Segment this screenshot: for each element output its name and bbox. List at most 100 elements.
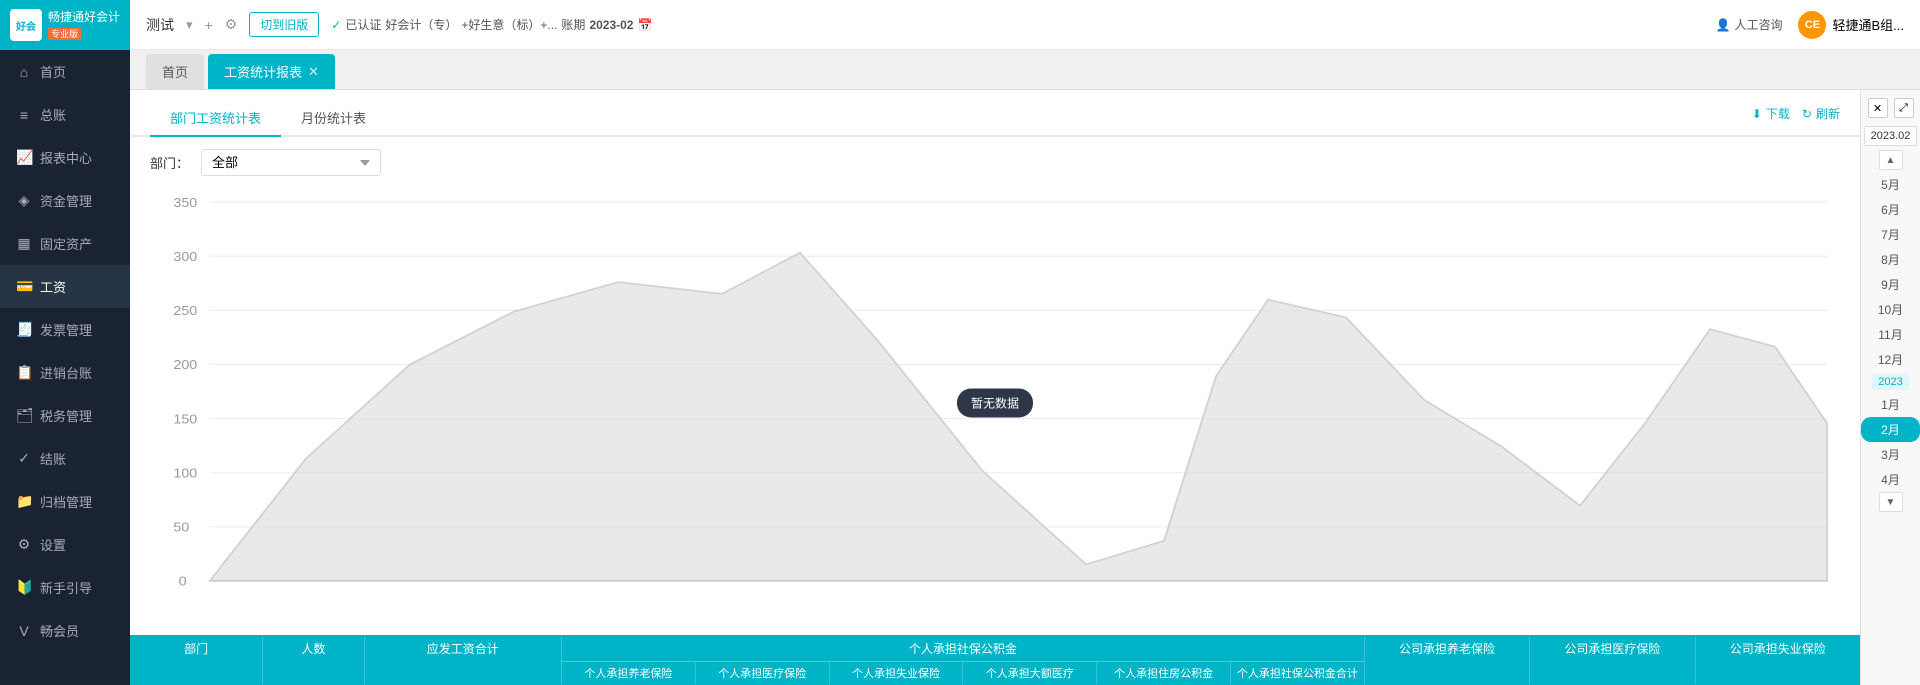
panel-month-10[interactable]: 10月	[1861, 297, 1920, 322]
th-personal-medical-label: 个人承担医疗保险	[718, 668, 806, 680]
user-menu[interactable]: CE 轻捷通B组...	[1798, 11, 1904, 39]
sidebar-item-settings[interactable]: ⚙ 设置	[0, 523, 130, 566]
panel-expand-btn[interactable]: ⤢	[1894, 98, 1914, 118]
panel-month-6-label: 6月	[1881, 203, 1900, 217]
panel-month-7[interactable]: 7月	[1861, 222, 1920, 247]
subtab-bar: 部门工资统计表 月份统计表 ⬇ 下载 ↻ 刷新	[130, 90, 1860, 137]
subtab-month-label: 月份统计表	[301, 111, 366, 126]
panel-month-8[interactable]: 8月	[1861, 247, 1920, 272]
panel-month-9[interactable]: 9月	[1861, 272, 1920, 297]
chart-area: 350 300 250 200 150 100 50 0	[130, 188, 1860, 635]
panel-month-8-label: 8月	[1881, 253, 1900, 267]
panel-year-2023[interactable]: 2023	[1872, 374, 1908, 390]
svg-text:50: 50	[173, 520, 189, 534]
help-label: 人工咨询	[1734, 16, 1782, 33]
tax-icon: 🗂	[16, 407, 32, 424]
sidebar-item-archive[interactable]: 📁 归档管理	[0, 480, 130, 523]
sidebar-label-settle: 结账	[40, 449, 66, 468]
sidebar-item-settle[interactable]: ✓ 结账	[0, 437, 130, 480]
th-personal-total: 个人承担社保公积金合计	[1231, 662, 1364, 684]
settings-gear-icon[interactable]: ⚙	[225, 16, 238, 33]
th-personal-major-medical-label: 个人承担大额医疗	[986, 668, 1074, 680]
subtab-dept[interactable]: 部门工资统计表	[150, 100, 281, 137]
logo-icon: 好会	[10, 9, 42, 41]
panel-month-12[interactable]: 12月	[1861, 347, 1920, 372]
panel-date: 2023.02	[1864, 126, 1918, 146]
subtab-month[interactable]: 月份统计表	[281, 100, 386, 137]
tab-home[interactable]: 首页	[146, 54, 204, 89]
panel-month-jan[interactable]: 1月	[1861, 392, 1920, 417]
panel-nav-down[interactable]: ▼	[1879, 492, 1903, 512]
member-icon: V	[16, 623, 32, 639]
tab-payroll-report-label: 工资统计报表	[224, 62, 302, 81]
user-initials: CE	[1805, 19, 1820, 31]
add-btn[interactable]: +	[205, 17, 213, 33]
sidebar-item-assets[interactable]: ▦ 固定资产	[0, 222, 130, 265]
svg-text:0: 0	[179, 574, 187, 588]
help-btn[interactable]: 👤 人工咨询	[1716, 16, 1783, 33]
th-company-unemploy-label: 公司承担失业保险	[1730, 642, 1826, 656]
sidebar-item-fund[interactable]: ◈ 资金管理	[0, 179, 130, 222]
sidebar-item-report[interactable]: 📈 报表中心	[0, 136, 130, 179]
assets-icon: ▦	[16, 235, 32, 252]
sidebar-item-sales[interactable]: 📋 进销台账	[0, 351, 130, 394]
topbar-dropdown-btn[interactable]: ▾	[186, 17, 193, 33]
dept-filter-select[interactable]: 全部 研发部 销售部 行政部 财务部	[201, 149, 381, 176]
report-icon: 📈	[16, 149, 32, 166]
calendar-icon[interactable]: 📅	[637, 18, 652, 32]
sidebar-item-invoice[interactable]: 🧾 发票管理	[0, 308, 130, 351]
chart-wrapper: 350 300 250 200 150 100 50 0	[150, 188, 1840, 635]
sidebar-item-home[interactable]: ⌂ 首页	[0, 50, 130, 93]
tab-close-btn[interactable]: ✕	[308, 64, 319, 80]
sidebar-item-guide[interactable]: 🔰 新手引导	[0, 566, 130, 609]
panel-month-apr-label: 4月	[1881, 473, 1900, 487]
panel-month-5[interactable]: 5月	[1861, 172, 1920, 197]
download-icon: ⬇	[1752, 107, 1762, 121]
dept-filter-label: 部门：	[150, 153, 189, 172]
sidebar-item-tax[interactable]: 🗂 税务管理	[0, 394, 130, 437]
th-personal-medical: 个人承担医疗保险	[696, 662, 830, 684]
sidebar-label-payroll: 工资	[40, 277, 66, 296]
logo-text: 畅捷通好会计 专业版	[48, 10, 120, 41]
panel-month-11[interactable]: 11月	[1861, 322, 1920, 347]
sidebar-item-ledger[interactable]: ≡ 总账	[0, 93, 130, 136]
sidebar-item-member[interactable]: V 畅会员	[0, 609, 130, 652]
sidebar-item-payroll[interactable]: 💳 工资	[0, 265, 130, 308]
th-group-title: 个人承担社保公积金	[562, 636, 1364, 662]
sidebar-label-tax: 税务管理	[40, 406, 92, 425]
th-personal-insurance-group: 个人承担社保公积金 个人承担养老保险 个人承担医疗保险 个人承担失业保险	[562, 636, 1365, 684]
help-icon: 👤	[1716, 18, 1731, 32]
panel-controls: ✕ ⤢	[1868, 98, 1914, 118]
topbar-status: ✓ 已认证 好会计（专） +好生意（标）+... 账期 2023-02 📅	[331, 16, 652, 33]
panel-month-mar[interactable]: 3月	[1861, 442, 1920, 467]
sidebar-label-member: 畅会员	[40, 621, 79, 640]
svg-text:200: 200	[173, 358, 197, 372]
sidebar-label-report: 报表中心	[40, 148, 92, 167]
payroll-icon: 💳	[16, 278, 32, 295]
download-btn[interactable]: ⬇ 下载	[1752, 105, 1790, 122]
panel-month-apr[interactable]: 4月	[1861, 467, 1920, 492]
sidebar-logo: 好会 畅捷通好会计 专业版	[0, 0, 130, 50]
content-main: 部门工资统计表 月份统计表 ⬇ 下载 ↻ 刷新	[130, 90, 1860, 685]
sidebar-label-invoice: 发票管理	[40, 320, 92, 339]
th-dept: 部门	[130, 636, 263, 684]
panel-month-feb[interactable]: 2月	[1861, 417, 1920, 442]
panel-close-btn[interactable]: ✕	[1868, 98, 1888, 118]
panel-month-7-label: 7月	[1881, 228, 1900, 242]
topbar: 测试 ▾ + ⚙ 切到旧版 ✓ 已认证 好会计（专） +好生意（标）+... 账…	[130, 0, 1920, 50]
tab-home-label: 首页	[162, 65, 188, 80]
panel-nav-up[interactable]: ▲	[1879, 150, 1903, 170]
panel-month-10-label: 10月	[1878, 303, 1903, 317]
th-personal-major-medical: 个人承担大额医疗	[963, 662, 1097, 684]
refresh-btn[interactable]: ↻ 刷新	[1802, 105, 1840, 122]
table-header-cols: 部门 人数 应发工资合计 个人承担社保公积金 个人承担养老保险	[130, 636, 1860, 684]
switch-old-btn[interactable]: 切到旧版	[249, 12, 319, 37]
panel-month-6[interactable]: 6月	[1861, 197, 1920, 222]
tab-payroll-report[interactable]: 工资统计报表 ✕	[208, 54, 335, 89]
svg-text:150: 150	[173, 412, 197, 426]
settings-icon: ⚙	[16, 536, 32, 553]
th-group-cols: 个人承担养老保险 个人承担医疗保险 个人承担失业保险 个人承担大额医疗	[562, 662, 1364, 684]
th-company-medical-label: 公司承担医疗保险	[1564, 642, 1660, 656]
sales-icon: 📋	[16, 364, 32, 381]
invoice-icon: 🧾	[16, 321, 32, 338]
